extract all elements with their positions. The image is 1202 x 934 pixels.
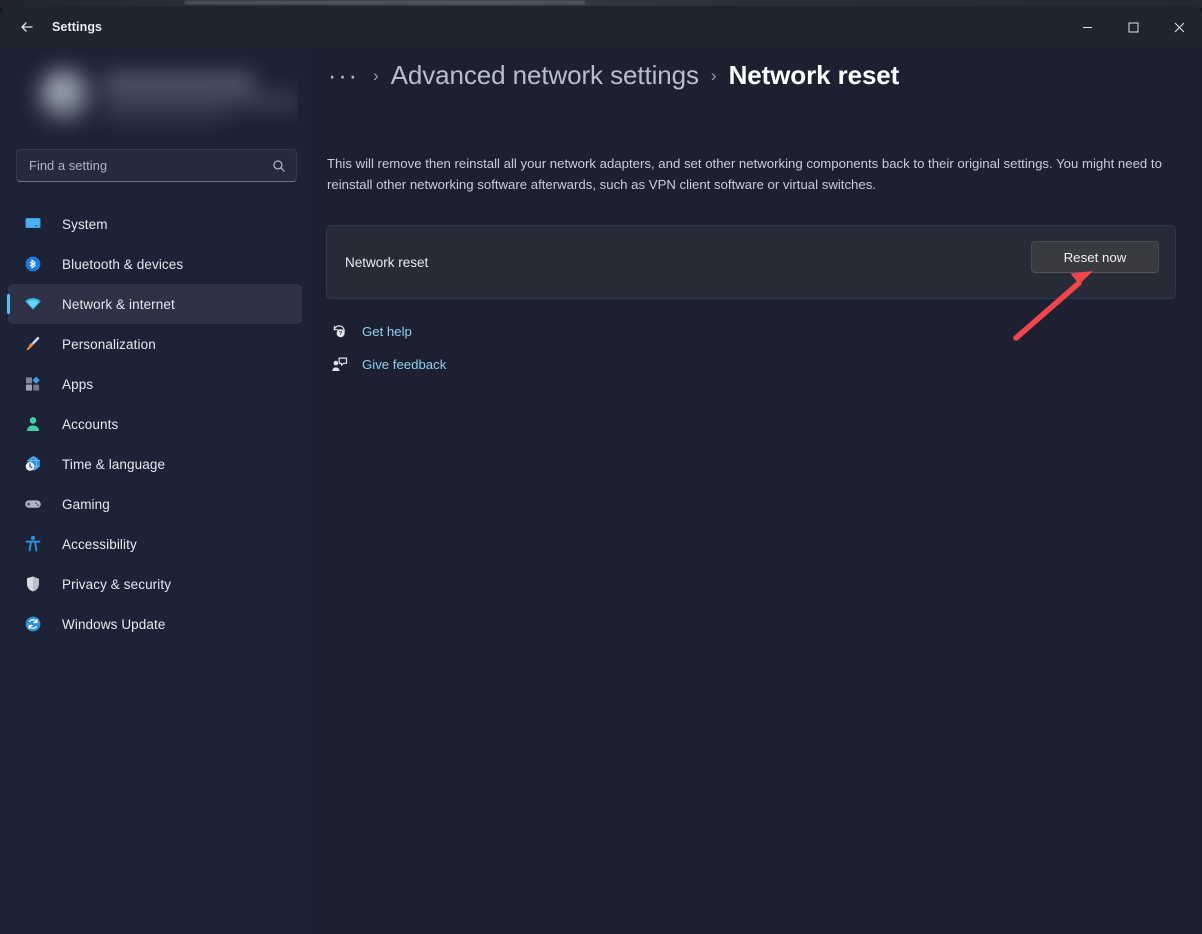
network-reset-card: Network reset Reset now: [326, 225, 1176, 299]
avatar: [40, 70, 90, 120]
sidebar-item-label: System: [62, 216, 108, 232]
search-icon: [262, 159, 296, 173]
paintbrush-icon: [18, 333, 48, 355]
user-profile-redacted[interactable]: [12, 46, 298, 138]
network-reset-label: Network reset: [345, 254, 429, 270]
sidebar-item-label: Privacy & security: [62, 576, 172, 592]
page-description: This will remove then reinstall all your…: [327, 156, 1162, 192]
back-button[interactable]: [10, 12, 44, 42]
shield-icon: [18, 573, 48, 595]
sidebar-item-label: Personalization: [62, 336, 156, 352]
close-button[interactable]: [1156, 6, 1202, 48]
sidebar-item-label: Accounts: [62, 416, 119, 432]
sidebar-item-label: Bluetooth & devices: [62, 256, 184, 272]
clock-globe-icon: [18, 453, 48, 475]
gamepad-icon: [18, 493, 48, 515]
profile-name-redacted: [104, 76, 254, 88]
sidebar-item-gaming[interactable]: Gaming: [8, 484, 302, 524]
reset-now-button[interactable]: Reset now: [1031, 241, 1159, 273]
sidebar-item-label: Network & internet: [62, 296, 175, 312]
give-feedback-link[interactable]: Give feedback: [326, 348, 446, 381]
sidebar-item-label: Time & language: [62, 456, 166, 472]
update-icon: [18, 613, 48, 635]
sidebar-item-network-internet[interactable]: Network & internet: [7, 284, 302, 324]
sidebar-item-bluetooth-devices[interactable]: Bluetooth & devices: [8, 244, 302, 284]
title-bar: Settings: [0, 6, 1202, 48]
system-icon: [18, 213, 48, 235]
svg-text:?: ?: [338, 331, 342, 337]
accessibility-icon: [18, 533, 48, 555]
sidebar-item-label: Apps: [62, 376, 94, 392]
link-label: Give feedback: [362, 357, 447, 372]
help-links: ? Get help Give feedback: [326, 315, 446, 381]
wifi-icon: [18, 293, 48, 315]
breadcrumb-parent-link[interactable]: Advanced network settings: [391, 60, 699, 91]
minimize-button[interactable]: [1064, 6, 1110, 48]
window-title: Settings: [52, 20, 103, 34]
person-icon: [18, 413, 48, 435]
feedback-icon: [326, 356, 352, 373]
sidebar-item-apps[interactable]: Apps: [8, 364, 302, 404]
sidebar-item-label: Windows Update: [62, 616, 166, 632]
sidebar-item-system[interactable]: System: [8, 204, 302, 244]
sidebar-item-label: Accessibility: [62, 536, 137, 552]
sidebar-item-windows-update[interactable]: Windows Update: [8, 604, 302, 644]
page-title: Network reset: [728, 60, 900, 90]
sidebar-item-personalization[interactable]: Personalization: [8, 324, 302, 364]
breadcrumb-separator: ›: [372, 65, 379, 85]
link-label: Get help: [362, 324, 412, 339]
search-box[interactable]: [16, 149, 297, 182]
bluetooth-icon: [18, 253, 48, 275]
maximize-button[interactable]: [1110, 6, 1156, 48]
back-arrow-icon: [21, 22, 33, 32]
search-input[interactable]: [17, 158, 262, 173]
maximize-icon: [1128, 22, 1138, 32]
window-controls: [1064, 6, 1202, 48]
close-icon: [1174, 22, 1184, 32]
apps-icon: [18, 373, 48, 395]
profile-email-redacted: [104, 96, 298, 106]
minimize-icon: [1082, 26, 1092, 28]
sidebar-item-accounts[interactable]: Accounts: [8, 404, 302, 444]
settings-window: Settings Find a setting System Bluetooth…: [0, 6, 1202, 934]
breadcrumb: ··· › Advanced network settings › Networ…: [326, 60, 899, 91]
sidebar-item-accessibility[interactable]: Accessibility: [8, 524, 302, 564]
breadcrumb-overflow-button[interactable]: ···: [326, 63, 361, 88]
sidebar-item-label: Gaming: [62, 496, 110, 512]
sidebar-item-time-language[interactable]: Time & language: [8, 444, 302, 484]
get-help-link[interactable]: ? Get help: [326, 315, 446, 348]
sidebar-item-privacy-security[interactable]: Privacy & security: [8, 564, 302, 604]
content-area: ··· › Advanced network settings › Networ…: [310, 48, 1202, 934]
breadcrumb-separator: ›: [710, 65, 717, 85]
sidebar: System Bluetooth & devices Network & int…: [0, 48, 310, 934]
help-icon: ?: [326, 323, 352, 340]
sidebar-nav: System Bluetooth & devices Network & int…: [7, 204, 302, 644]
profile-subtext-redacted: [104, 112, 224, 120]
